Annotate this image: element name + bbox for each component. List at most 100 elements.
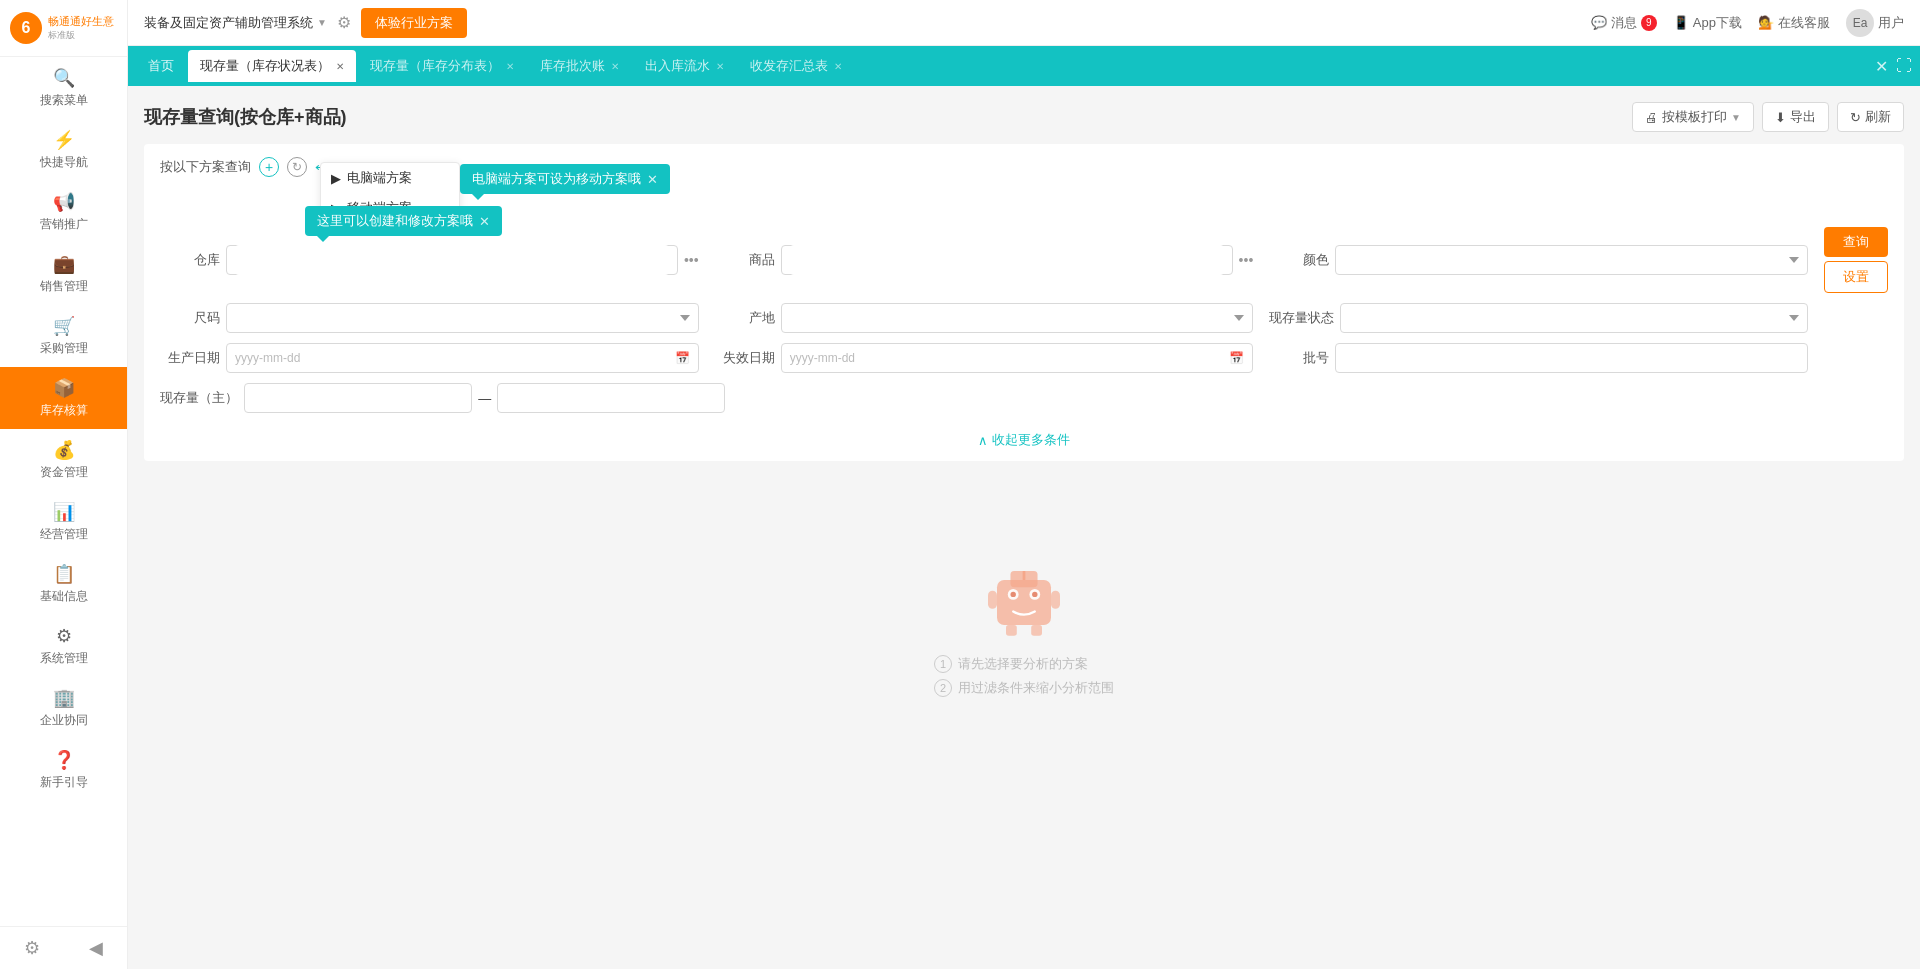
origin-select[interactable] <box>781 303 1254 333</box>
sidebar-item-label: 企业协同 <box>40 712 88 729</box>
system-title-select[interactable]: 装备及固定资产辅助管理系统 ▼ <box>144 14 327 32</box>
export-button[interactable]: ⬇ 导出 <box>1762 102 1829 132</box>
filter-field-stock-status: 现存量状态 <box>1269 303 1808 333</box>
expdate-label: 失效日期 <box>715 349 775 367</box>
search-icon: 🔍 <box>53 67 75 89</box>
sidebar-item-enterprise[interactable]: 🏢 企业协同 <box>0 677 127 739</box>
step-1-text: 请先选择要分析的方案 <box>958 655 1088 673</box>
warehouse-more-icon[interactable]: ••• <box>684 252 699 268</box>
collapse-sidebar-icon[interactable]: ◀ <box>89 937 103 959</box>
message-button[interactable]: 💬 消息 9 <box>1591 14 1657 32</box>
export-label: 导出 <box>1790 108 1816 126</box>
tab-close-icon[interactable]: ✕ <box>506 61 514 72</box>
collapse-up-icon: ∧ <box>978 433 988 448</box>
finance-icon: 💰 <box>53 439 75 461</box>
stock-main-max-input[interactable] <box>497 383 725 413</box>
scheme-pill-close-button[interactable]: ✕ <box>647 172 658 187</box>
sidebar-item-purchase[interactable]: 🛒 采购管理 <box>0 305 127 367</box>
page-title-bar: 现存量查询(按仓库+商品) 🖨 按模板打印 ▼ ⬇ 导出 ↻ 刷新 <box>144 102 1904 132</box>
refresh-icon: ↻ <box>1850 110 1861 125</box>
query-button[interactable]: 查询 <box>1824 227 1888 257</box>
batchno-input[interactable] <box>1335 343 1808 373</box>
step-num-1: 1 <box>934 655 952 673</box>
header-right: 💬 消息 9 📱 App下载 💁 在线客服 Ea 用户 <box>1591 9 1904 37</box>
sidebar-item-finance[interactable]: 💰 资金管理 <box>0 429 127 491</box>
print-button[interactable]: 🖨 按模板打印 ▼ <box>1632 102 1754 132</box>
batchno-label: 批号 <box>1269 349 1329 367</box>
sidebar-item-search[interactable]: 🔍 搜索菜单 <box>0 57 127 119</box>
inventory-icon: 📦 <box>53 377 75 399</box>
filter-field-goods: 商品 ••• <box>715 245 1254 275</box>
tab-inventory-dist[interactable]: 现存量（库存分布表） ✕ <box>358 50 526 82</box>
app-download-button[interactable]: 📱 App下载 <box>1673 14 1742 32</box>
empty-illustration <box>979 553 1069 643</box>
proddate-range: yyyy-mm-dd 📅 <box>226 343 699 373</box>
refresh-button[interactable]: ↻ 刷新 <box>1837 102 1904 132</box>
tab-collect-summary-label: 收发存汇总表 <box>750 57 828 75</box>
sidebar-item-marketing[interactable]: 📢 营销推广 <box>0 181 127 243</box>
tab-home-label: 首页 <box>148 57 174 75</box>
scheme-edit-close-button[interactable]: ✕ <box>479 214 490 229</box>
stock-main-min-input[interactable] <box>244 383 472 413</box>
tab-close-icon[interactable]: ✕ <box>716 61 724 72</box>
sidebar-item-label: 库存核算 <box>40 402 88 419</box>
tab-close-all-icon[interactable]: ✕ <box>1875 57 1888 76</box>
filter-field-size: 尺码 <box>160 303 699 333</box>
tab-close-icon[interactable]: ✕ <box>611 61 619 72</box>
stock-status-select[interactable] <box>1340 303 1808 333</box>
goods-more-icon[interactable]: ••• <box>1239 252 1254 268</box>
tab-close-icon[interactable]: ✕ <box>834 61 842 72</box>
tab-close-icon[interactable]: ✕ <box>336 61 344 72</box>
scheme-tree-item-label: 电脑端方案 <box>347 169 412 187</box>
goods-input[interactable] <box>790 245 1224 275</box>
online-service-button[interactable]: 💁 在线客服 <box>1758 14 1830 32</box>
sidebar-item-newguide[interactable]: ❓ 新手引导 <box>0 739 127 801</box>
collapse-label: 收起更多条件 <box>992 431 1070 449</box>
user-avatar: Ea <box>1846 9 1874 37</box>
sidebar-item-sales[interactable]: 💼 销售管理 <box>0 243 127 305</box>
filter-content-wrapper: 按以下方案查询 + ↻ ⟵⟵ ● ▶ 电脑端方案 ▶ 移动端 <box>160 156 1888 449</box>
expdate-start[interactable]: yyyy-mm-dd 📅 <box>781 343 1254 373</box>
filter-row-1: 仓库 ••• 商品 ••• <box>160 227 1888 293</box>
filter-add-button[interactable]: + <box>259 157 279 177</box>
sidebar-item-baseinfo[interactable]: 📋 基础信息 <box>0 553 127 615</box>
empty-step-2: 2 用过滤条件来缩小分析范围 <box>934 679 1114 697</box>
user-label: 用户 <box>1878 14 1904 32</box>
sidebar-item-inventory[interactable]: 📦 库存核算 <box>0 367 127 429</box>
reset-button[interactable]: 设置 <box>1824 261 1888 293</box>
size-select[interactable] <box>226 303 699 333</box>
step-num-2: 2 <box>934 679 952 697</box>
settings-icon[interactable]: ⚙ <box>337 13 351 32</box>
step-2-text: 用过滤条件来缩小分析范围 <box>958 679 1114 697</box>
print-icon: 🖨 <box>1645 110 1658 125</box>
tab-collect-summary[interactable]: 收发存汇总表 ✕ <box>738 50 854 82</box>
goods-input-wrapper <box>781 245 1233 275</box>
trial-button[interactable]: 体验行业方案 <box>361 8 467 38</box>
proddate-start[interactable]: yyyy-mm-dd 📅 <box>226 343 699 373</box>
message-label: 消息 <box>1611 14 1637 32</box>
sidebar-item-system[interactable]: ⚙ 系统管理 <box>0 615 127 677</box>
tab-inventory-batch[interactable]: 库存批次账 ✕ <box>528 50 631 82</box>
color-select[interactable] <box>1335 245 1808 275</box>
settings-bottom-icon[interactable]: ⚙ <box>24 937 40 959</box>
newguide-icon: ❓ <box>53 749 75 771</box>
tab-maximize-icon[interactable]: ⛶ <box>1896 57 1912 75</box>
sidebar-item-operations[interactable]: 📊 经营管理 <box>0 491 127 553</box>
tab-inventory-status[interactable]: 现存量（库存状况表） ✕ <box>188 50 356 82</box>
warehouse-input[interactable] <box>235 245 669 275</box>
svg-point-5 <box>1011 592 1016 597</box>
sidebar-item-quicknav[interactable]: ⚡ 快捷导航 <box>0 119 127 181</box>
tab-home[interactable]: 首页 <box>136 50 186 82</box>
scheme-tree-desktop[interactable]: ▶ 电脑端方案 <box>321 163 459 193</box>
tab-inventory-status-label: 现存量（库存状况表） <box>200 57 330 75</box>
empty-step-1: 1 请先选择要分析的方案 <box>934 655 1114 673</box>
filter-row-4: 现存量（主） — <box>160 383 1888 413</box>
filter-rows-container: 仓库 ••• 商品 ••• <box>160 227 1888 413</box>
user-menu-button[interactable]: Ea 用户 <box>1846 9 1904 37</box>
system-title: 装备及固定资产辅助管理系统 <box>144 14 313 32</box>
sales-icon: 💼 <box>53 253 75 275</box>
filter-refresh-button[interactable]: ↻ <box>287 157 307 177</box>
sidebar: 6 畅通通好生意 标准版 🔍 搜索菜单 ⚡ 快捷导航 📢 营销推广 💼 销售管理… <box>0 0 128 969</box>
tab-inout-flow[interactable]: 出入库流水 ✕ <box>633 50 736 82</box>
collapse-button[interactable]: ∧ 收起更多条件 <box>978 431 1070 449</box>
